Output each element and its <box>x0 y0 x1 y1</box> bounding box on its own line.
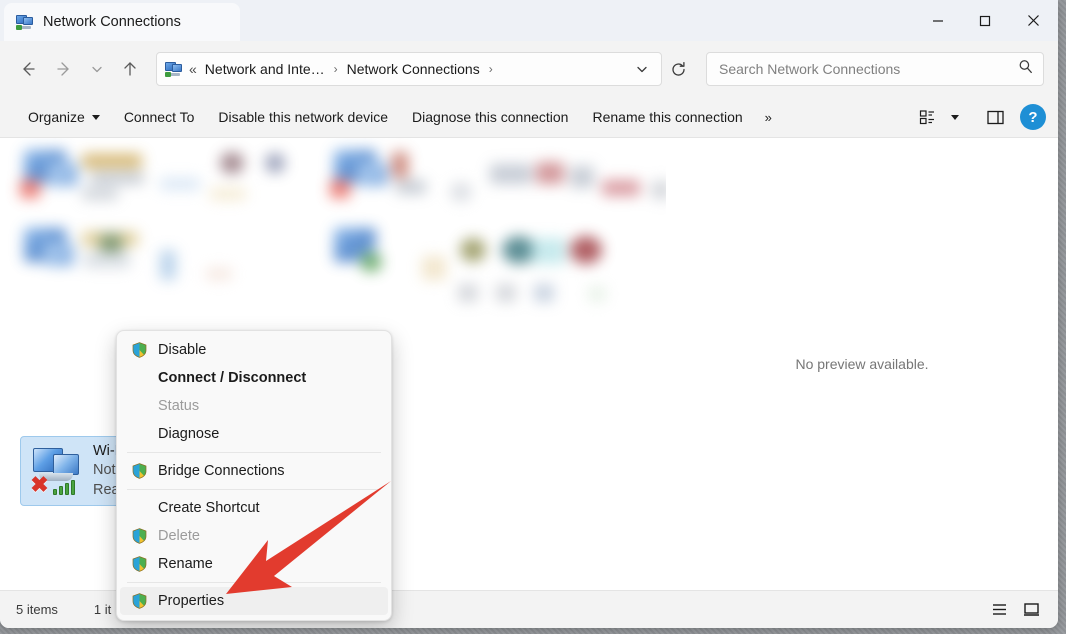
redacted-network-items <box>0 138 666 288</box>
context-menu-label-delete: Delete <box>158 528 200 544</box>
search-box[interactable] <box>706 52 1044 86</box>
shield-icon <box>132 463 158 479</box>
context-menu-label-status: Status <box>158 398 199 414</box>
navigation-bar: « Network and Inte… › Network Connection… <box>0 41 1058 97</box>
context-menu-label-disable: Disable <box>158 342 206 358</box>
connect-to-label: Connect To <box>124 109 195 125</box>
refresh-icon[interactable] <box>662 54 694 84</box>
context-menu-label-bridge-connections: Bridge Connections <box>158 463 285 479</box>
context-menu-separator <box>127 452 381 453</box>
help-button[interactable]: ? <box>1020 104 1046 130</box>
context-menu[interactable]: Disable Connect / Disconnect Status Diag… <box>116 330 392 621</box>
address-dropdown-chevron-down-icon[interactable] <box>627 54 657 84</box>
diagnose-label: Diagnose this connection <box>412 109 568 125</box>
overflow-button[interactable]: » <box>755 104 782 131</box>
shield-icon <box>132 556 158 572</box>
context-menu-separator-3 <box>127 582 381 583</box>
chevron-down-icon <box>92 115 100 120</box>
context-menu-item-status: Status <box>120 392 388 420</box>
diagnose-connection-button[interactable]: Diagnose this connection <box>400 103 580 131</box>
view-options-chevron-down-icon[interactable] <box>944 102 966 132</box>
file-explorer-window: Network Connections <box>0 0 1058 628</box>
context-menu-item-bridge-connections[interactable]: Bridge Connections <box>120 457 388 485</box>
preview-pane-icon[interactable] <box>978 102 1012 132</box>
context-menu-item-diagnose[interactable]: Diagnose <box>120 420 388 448</box>
title-bar: Network Connections <box>0 0 1058 41</box>
rename-connection-button[interactable]: Rename this connection <box>580 103 754 131</box>
forward-arrow-icon[interactable] <box>46 52 82 86</box>
desktop-background: Network Connections <box>0 0 1066 634</box>
address-bar[interactable]: « Network and Inte… › Network Connection… <box>156 52 662 86</box>
breadcrumb-separator-icon-2[interactable]: › <box>482 62 500 76</box>
context-menu-label-create-shortcut: Create Shortcut <box>158 500 260 516</box>
context-menu-item-delete: Delete <box>120 522 388 550</box>
context-menu-item-properties[interactable]: Properties <box>120 587 388 615</box>
window-title: Network Connections <box>43 14 181 30</box>
breadcrumb-network-icon <box>165 61 183 77</box>
details-view-icon[interactable] <box>984 597 1014 623</box>
disable-network-device-button[interactable]: Disable this network device <box>206 103 400 131</box>
disable-device-label: Disable this network device <box>218 109 388 125</box>
shield-icon <box>132 528 158 544</box>
network-adapter-disconnected-icon: ✖ <box>29 445 87 497</box>
error-x-icon: ✖ <box>30 476 49 495</box>
breadcrumb-item-network-and-internet[interactable]: Network and Inte… <box>203 58 327 80</box>
status-selected-count: 1 it <box>94 602 111 617</box>
context-menu-item-connect-disconnect[interactable]: Connect / Disconnect <box>120 364 388 392</box>
signal-bars-icon <box>53 480 75 495</box>
breadcrumb-overflow-icon[interactable]: « <box>189 61 203 77</box>
breadcrumb-separator-icon[interactable]: › <box>327 62 345 76</box>
context-menu-item-create-shortcut[interactable]: Create Shortcut <box>120 494 388 522</box>
back-arrow-icon[interactable] <box>10 52 46 86</box>
context-menu-label-connect-disconnect: Connect / Disconnect <box>158 370 306 386</box>
search-icon[interactable] <box>1018 59 1033 79</box>
shield-icon <box>132 342 158 358</box>
breadcrumb: « Network and Inte… › Network Connection… <box>165 58 627 80</box>
breadcrumb-item-network-connections[interactable]: Network Connections <box>345 58 482 80</box>
command-bar: Organize Connect To Disable this network… <box>0 97 1058 138</box>
context-menu-label-rename: Rename <box>158 556 213 572</box>
window-controls <box>914 0 1058 41</box>
status-item-count: 5 items <box>16 602 58 617</box>
up-arrow-icon[interactable] <box>112 52 148 86</box>
recent-locations-chevron-down-icon[interactable] <box>82 52 112 86</box>
organize-button[interactable]: Organize <box>16 103 112 131</box>
close-button[interactable] <box>1008 0 1058 41</box>
context-menu-label-properties: Properties <box>158 593 224 609</box>
view-options-icon[interactable] <box>910 102 944 132</box>
rename-label: Rename this connection <box>592 109 742 125</box>
window-tab[interactable]: Network Connections <box>4 3 240 41</box>
search-input[interactable] <box>719 61 1018 77</box>
organize-label: Organize <box>28 109 85 125</box>
preview-placeholder-text: No preview available. <box>795 356 928 372</box>
context-menu-item-rename[interactable]: Rename <box>120 550 388 578</box>
connect-to-button[interactable]: Connect To <box>112 103 207 131</box>
context-menu-label-diagnose: Diagnose <box>158 426 219 442</box>
preview-pane: No preview available. <box>666 138 1058 590</box>
maximize-button[interactable] <box>961 0 1008 41</box>
shield-icon <box>132 593 158 609</box>
overflow-label: » <box>765 110 772 125</box>
context-menu-item-disable[interactable]: Disable <box>120 336 388 364</box>
minimize-button[interactable] <box>914 0 961 41</box>
context-menu-separator-2 <box>127 489 381 490</box>
large-icons-view-icon[interactable] <box>1016 597 1046 623</box>
network-connections-icon <box>16 14 34 30</box>
